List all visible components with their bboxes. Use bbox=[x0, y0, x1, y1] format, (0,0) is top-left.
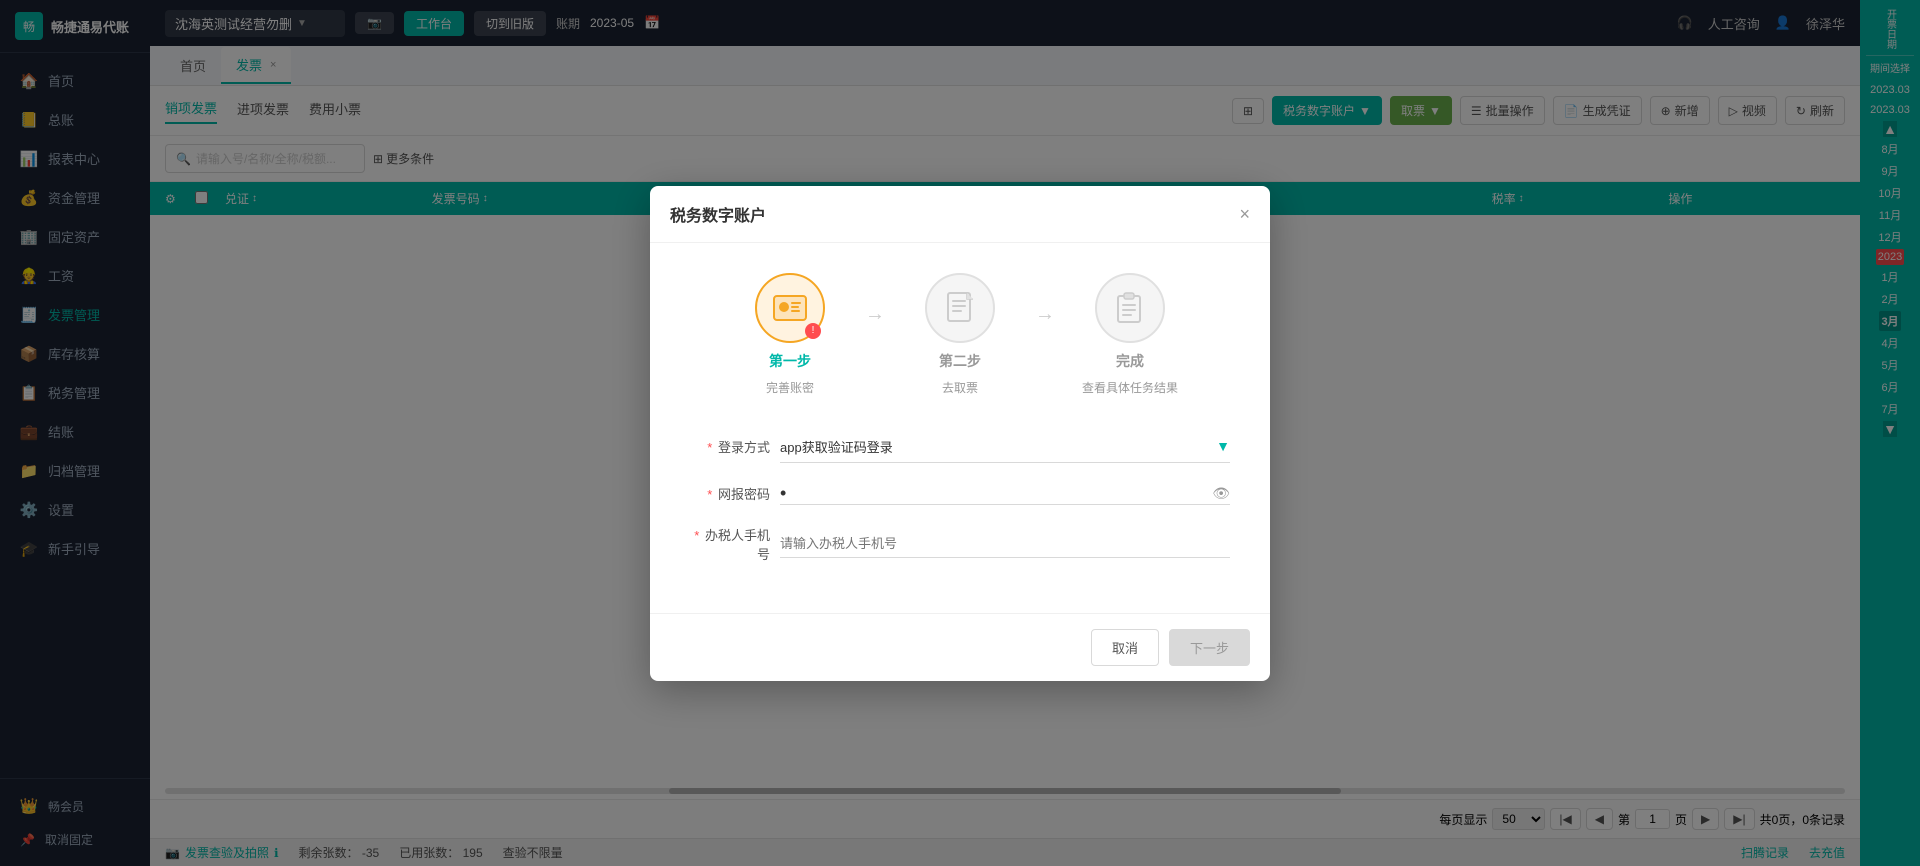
modal-close-btn[interactable]: × bbox=[1239, 205, 1250, 223]
password-label: * 网报密码 bbox=[690, 484, 780, 503]
step-3-icon-wrap bbox=[1095, 273, 1165, 343]
phone-label: * 办税人手机号 bbox=[690, 525, 780, 563]
login-method-arrow-icon: ▼ bbox=[1216, 438, 1230, 454]
eye-icon[interactable]: 👁 bbox=[1212, 485, 1230, 502]
phone-row: * 办税人手机号 bbox=[690, 525, 1230, 563]
step-arrow-1: → bbox=[865, 273, 885, 326]
step-1-subtitle: 完善账密 bbox=[766, 379, 814, 396]
step-2-subtitle: 去取票 bbox=[942, 379, 978, 396]
login-method-row: * 登录方式 app获取验证码登录 ▼ bbox=[690, 431, 1230, 463]
phone-input[interactable] bbox=[780, 530, 1230, 558]
step-arrow-2: → bbox=[1035, 273, 1055, 326]
password-row: * 网报密码 • 👁 bbox=[690, 483, 1230, 505]
step-3: 完成 查看具体任务结果 bbox=[1055, 273, 1205, 396]
step-2: 第二步 去取票 bbox=[885, 273, 1035, 396]
tax-digital-modal: 税务数字账户 × bbox=[650, 186, 1270, 681]
cancel-button[interactable]: 取消 bbox=[1091, 629, 1159, 666]
step-2-icon-wrap bbox=[925, 273, 995, 343]
steps: ! 第一步 完善账密 → bbox=[690, 273, 1230, 396]
person-card-icon bbox=[770, 288, 810, 328]
password-field[interactable]: • 👁 bbox=[780, 483, 1230, 505]
modal-footer: 取消 下一步 bbox=[650, 613, 1270, 681]
login-method-select[interactable]: app获取验证码登录 ▼ bbox=[780, 431, 1230, 463]
login-method-label: * 登录方式 bbox=[690, 437, 780, 456]
step-1-icon-wrap: ! bbox=[755, 273, 825, 343]
step-1: ! 第一步 完善账密 bbox=[715, 273, 865, 396]
password-dot: • bbox=[780, 483, 786, 504]
step-3-title: 完成 bbox=[1116, 351, 1144, 371]
modal-form: * 登录方式 app获取验证码登录 ▼ * 网报密码 • bbox=[690, 431, 1230, 563]
doc-icon bbox=[940, 288, 980, 328]
modal-overlay: 税务数字账户 × bbox=[0, 0, 1920, 866]
step-1-alert: ! bbox=[805, 323, 821, 339]
step-1-title: 第一步 bbox=[769, 351, 811, 371]
step-3-subtitle: 查看具体任务结果 bbox=[1082, 379, 1178, 396]
modal-header: 税务数字账户 × bbox=[650, 186, 1270, 243]
modal-title: 税务数字账户 bbox=[670, 202, 766, 226]
login-method-value: app获取验证码登录 bbox=[780, 437, 893, 456]
clipboard-icon bbox=[1110, 288, 1150, 328]
step-2-title: 第二步 bbox=[939, 351, 981, 371]
next-button[interactable]: 下一步 bbox=[1169, 629, 1250, 666]
modal-body: ! 第一步 完善账密 → bbox=[650, 243, 1270, 613]
